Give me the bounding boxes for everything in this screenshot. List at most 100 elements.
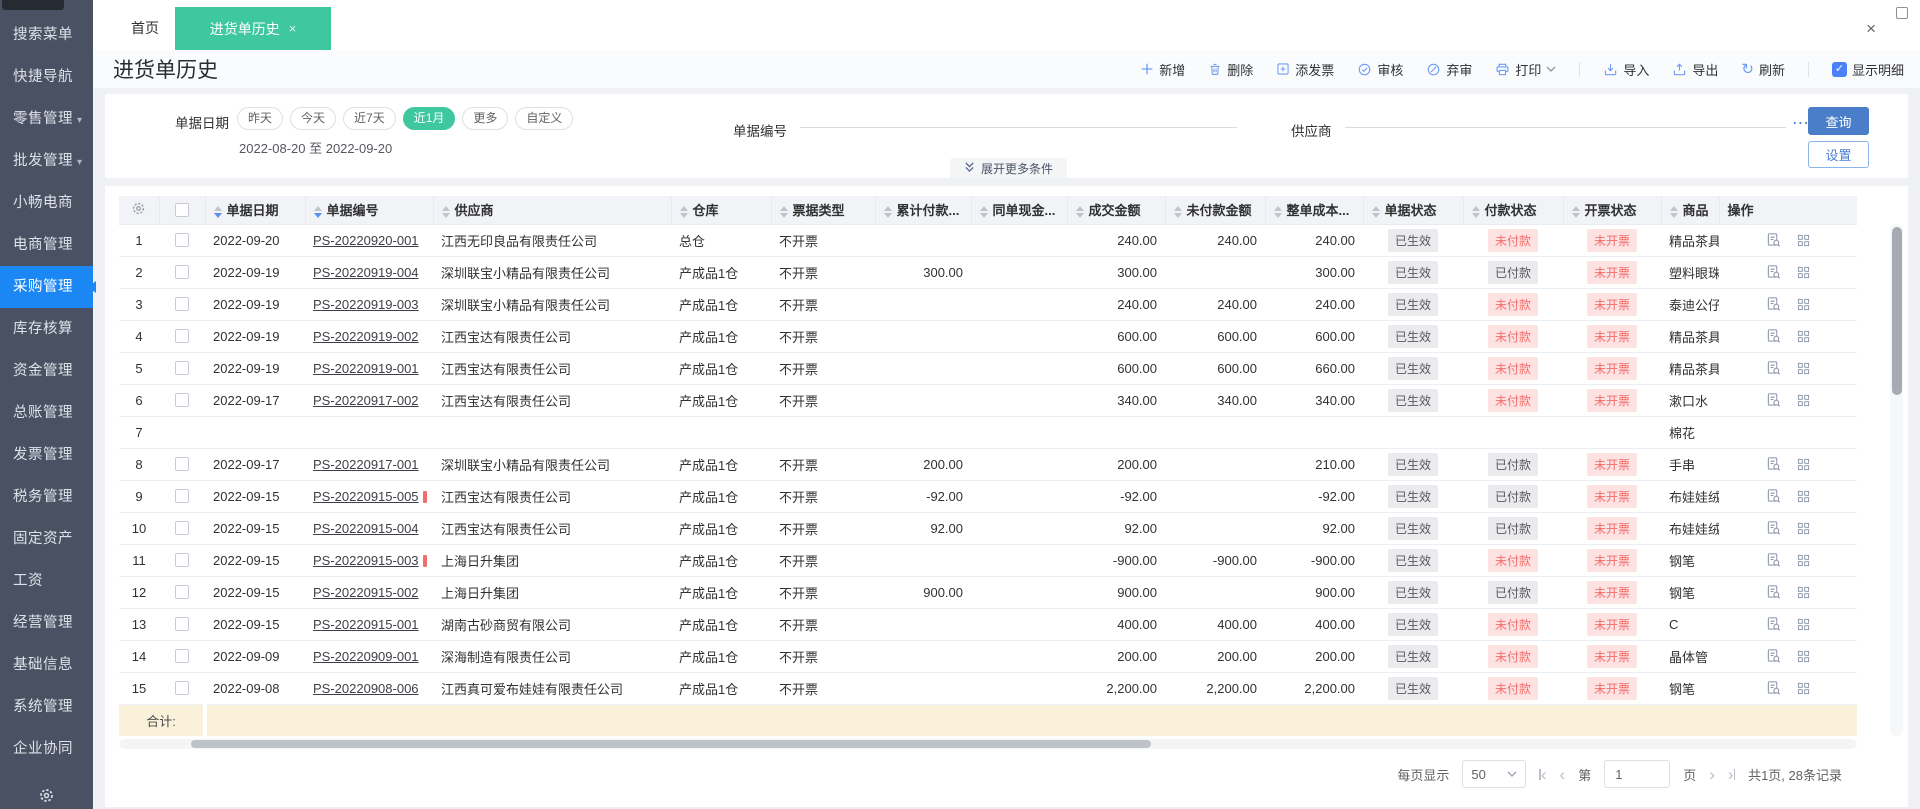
order-code-link[interactable]: PS-20220920-001: [313, 233, 419, 248]
fullscreen-icon[interactable]: [1896, 7, 1908, 19]
row-checkbox[interactable]: [175, 649, 189, 663]
sort-icons[interactable]: [1075, 205, 1084, 218]
checkbox-icon[interactable]: [175, 202, 189, 217]
sidebar-item-批发管理[interactable]: 批发管理 ▾: [0, 140, 93, 182]
select-all-checkbox[interactable]: [159, 196, 206, 225]
linked-docs-icon[interactable]: [1766, 488, 1781, 504]
row-checkbox[interactable]: [175, 361, 189, 375]
order-no-input[interactable]: [800, 102, 1237, 128]
more-actions-icon[interactable]: [1797, 458, 1810, 471]
sort-icons[interactable]: [979, 205, 988, 218]
page-size-select[interactable]: 50: [1462, 760, 1527, 788]
row-checkbox[interactable]: [175, 521, 189, 535]
order-code-link[interactable]: PS-20220908-006: [313, 681, 419, 696]
sort-asc-icon[interactable]: [779, 205, 788, 211]
row-checkbox[interactable]: [175, 393, 189, 407]
column-header-商品[interactable]: 商品: [1661, 196, 1720, 225]
sort-desc-icon[interactable]: [1471, 212, 1480, 218]
date-pill-近7天[interactable]: 近7天: [343, 107, 396, 130]
sidebar-item-经营管理[interactable]: 经营管理: [0, 602, 93, 644]
row-checkbox[interactable]: [175, 617, 189, 631]
sort-asc-icon[interactable]: [1571, 205, 1580, 211]
sort-asc-icon[interactable]: [883, 205, 892, 211]
delete-button[interactable]: 删除: [1208, 60, 1253, 79]
order-code-link[interactable]: PS-20220919-003: [313, 297, 419, 312]
sort-asc-icon[interactable]: [1173, 205, 1182, 211]
sort-icons[interactable]: [313, 205, 322, 218]
tab-home[interactable]: 首页: [111, 7, 179, 50]
sort-desc-icon[interactable]: [213, 212, 222, 218]
more-actions-icon[interactable]: [1797, 682, 1810, 695]
column-header-未付款金额[interactable]: 未付款金额: [1165, 196, 1266, 225]
row-checkbox[interactable]: [175, 265, 189, 279]
sidebar-item-固定资产[interactable]: 固定资产: [0, 518, 93, 560]
sort-desc-icon[interactable]: [1173, 212, 1182, 218]
sort-desc-icon[interactable]: [313, 212, 322, 218]
sort-desc-icon[interactable]: [1273, 212, 1282, 218]
sort-asc-icon[interactable]: [1669, 205, 1678, 211]
sidebar-item-采购管理[interactable]: 采购管理: [0, 266, 93, 308]
sidebar-item-资金管理[interactable]: 资金管理: [0, 350, 93, 392]
next-page-button[interactable]: ›: [1709, 766, 1715, 783]
sort-asc-icon[interactable]: [213, 205, 222, 211]
import-button[interactable]: 导入: [1603, 60, 1649, 79]
sort-icons[interactable]: [1669, 205, 1678, 218]
date-pill-昨天[interactable]: 昨天: [237, 107, 284, 130]
sidebar-item-基础信息[interactable]: 基础信息: [0, 644, 93, 686]
row-checkbox[interactable]: [175, 553, 189, 567]
sort-icons[interactable]: [213, 205, 222, 218]
sort-icons[interactable]: [1571, 205, 1580, 218]
horizontal-scrollbar-thumb[interactable]: [191, 740, 1151, 748]
row-checkbox[interactable]: [175, 585, 189, 599]
more-actions-icon[interactable]: [1797, 490, 1810, 503]
tab-close-icon[interactable]: ×: [289, 21, 297, 36]
show-detail-toggle[interactable]: ✓ 显示明细: [1831, 60, 1904, 79]
column-header-付款状态[interactable]: 付款状态: [1463, 196, 1564, 225]
close-icon[interactable]: ×: [1866, 20, 1876, 37]
horizontal-scrollbar[interactable]: [119, 739, 1857, 749]
row-checkbox[interactable]: [175, 329, 189, 343]
sort-desc-icon[interactable]: [441, 212, 450, 218]
sort-asc-icon[interactable]: [979, 205, 988, 211]
sort-asc-icon[interactable]: [1471, 205, 1480, 211]
row-checkbox[interactable]: [175, 681, 189, 695]
column-header-单据编号[interactable]: 单据编号: [305, 196, 434, 225]
more-actions-icon[interactable]: [1797, 650, 1810, 663]
page-number-input[interactable]: 1: [1604, 760, 1671, 788]
linked-docs-icon[interactable]: [1766, 552, 1781, 568]
more-actions-icon[interactable]: [1797, 234, 1810, 247]
more-actions-icon[interactable]: [1797, 298, 1810, 311]
sort-asc-icon[interactable]: [1371, 205, 1380, 211]
sidebar-item-搜索菜单[interactable]: 搜索菜单: [0, 14, 93, 56]
order-code-link[interactable]: PS-20220915-004: [313, 521, 419, 536]
vertical-scrollbar[interactable]: [1890, 224, 1903, 736]
sort-asc-icon[interactable]: [1273, 205, 1282, 211]
row-checkbox[interactable]: [175, 233, 189, 247]
linked-docs-icon[interactable]: [1766, 456, 1781, 472]
print-button[interactable]: 打印: [1495, 60, 1556, 79]
column-header-供应商[interactable]: 供应商: [433, 196, 672, 225]
row-checkbox[interactable]: [175, 489, 189, 503]
sidebar-item-企业协同[interactable]: 企业协同: [0, 728, 93, 770]
sort-desc-icon[interactable]: [679, 212, 688, 218]
column-settings-gear-icon[interactable]: [119, 196, 160, 225]
sidebar-item-工资[interactable]: 工资: [0, 560, 93, 602]
checked-checkbox-icon[interactable]: ✓: [1831, 61, 1847, 77]
sort-icons[interactable]: [679, 205, 688, 218]
more-actions-icon[interactable]: [1797, 330, 1810, 343]
sort-desc-icon[interactable]: [883, 212, 892, 218]
refresh-button[interactable]: ↻ 刷新: [1741, 60, 1785, 79]
date-pill-近1月[interactable]: 近1月: [402, 107, 456, 130]
date-pill-今天[interactable]: 今天: [290, 107, 337, 130]
sort-desc-icon[interactable]: [1371, 212, 1380, 218]
first-page-button[interactable]: ‹: [1539, 766, 1547, 783]
date-pill-自定义[interactable]: 自定义: [515, 107, 574, 130]
column-header-操作[interactable]: 操作: [1719, 196, 1857, 225]
sidebar-item-税务管理[interactable]: 税务管理: [0, 476, 93, 518]
export-button[interactable]: 导出: [1672, 60, 1718, 79]
query-button[interactable]: 查询: [1808, 107, 1869, 135]
vertical-scrollbar-thumb[interactable]: [1891, 227, 1902, 395]
linked-docs-icon[interactable]: [1766, 392, 1781, 408]
last-page-button[interactable]: ›: [1728, 766, 1736, 783]
add-button[interactable]: 新增: [1140, 60, 1185, 79]
